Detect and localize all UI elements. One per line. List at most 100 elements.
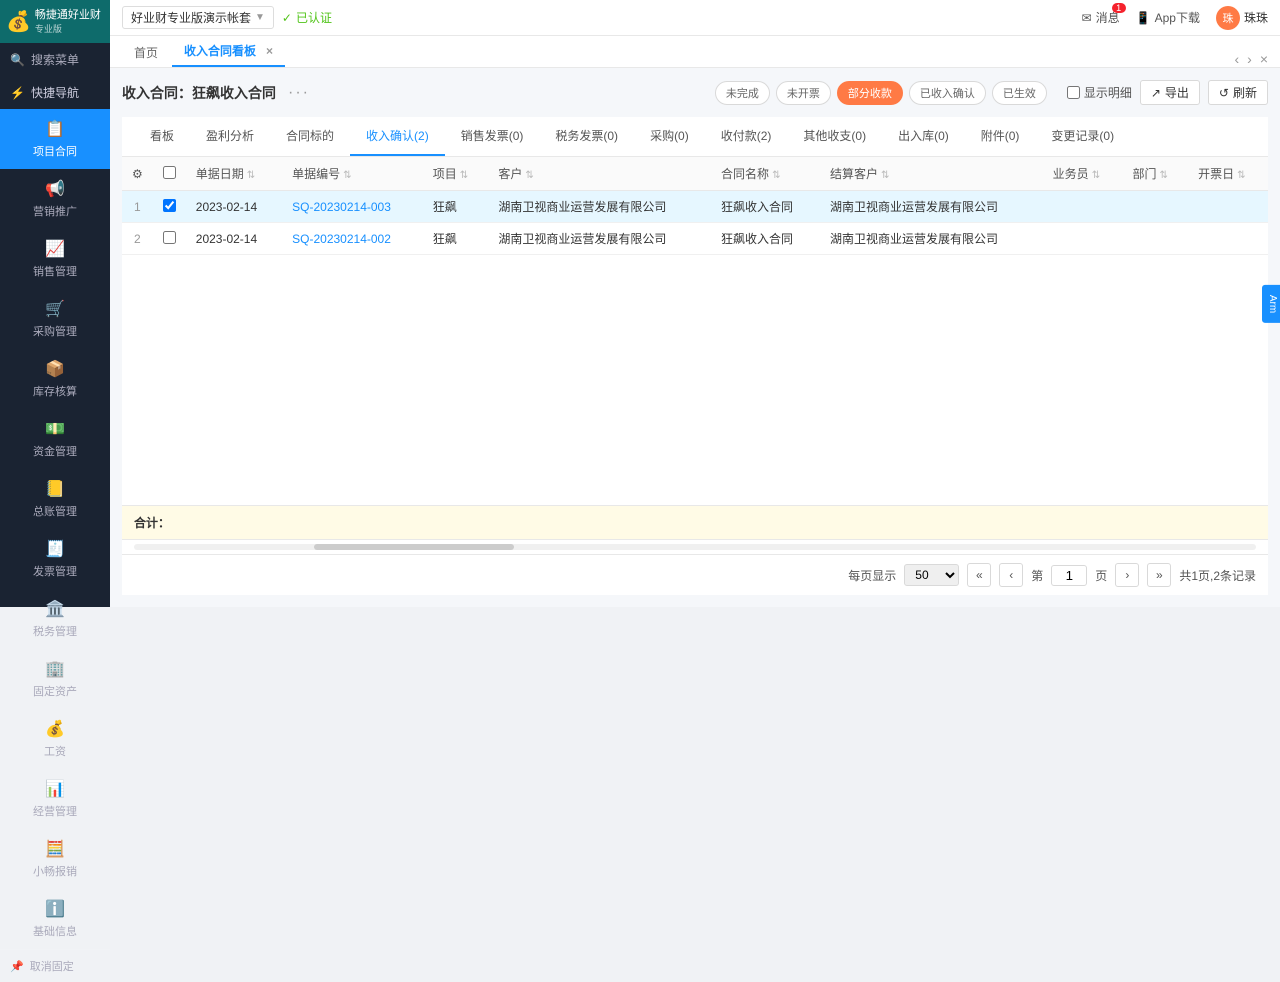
settings-icon[interactable]: ⚙	[132, 167, 143, 181]
sidebar-item-marketing[interactable]: 📢 营销推广	[0, 169, 110, 229]
sidebar-item-inventory[interactable]: 📦 库存核算	[0, 349, 110, 409]
select-all-checkbox[interactable]	[163, 166, 176, 179]
col-number: 单据编号⇅	[282, 157, 423, 191]
horizontal-scrollbar[interactable]	[122, 539, 1268, 554]
row-checkbox[interactable]	[153, 223, 186, 255]
inner-tab-payment[interactable]: 收付款(2)	[705, 117, 788, 156]
export-btn[interactable]: ↗ 导出	[1140, 80, 1200, 105]
table-checkbox-col[interactable]	[153, 157, 186, 191]
tab-income-contract-board[interactable]: 收入合同看板 ×	[172, 34, 285, 67]
arm-label: Arm	[1267, 294, 1278, 312]
sidebar-item-fixed-assets[interactable]: 🏢 固定资产	[0, 649, 110, 709]
sort-icon[interactable]: ⇅	[1160, 170, 1168, 181]
sidebar-item-label: 总账管理	[33, 503, 77, 519]
inner-tab-sales-invoice[interactable]: 销售发票(0)	[445, 117, 540, 156]
show-detail-checkbox[interactable]	[1067, 86, 1080, 99]
sort-icon[interactable]: ⇅	[460, 170, 468, 181]
table-scroll[interactable]: ⚙ 单据日期⇅ 单据编号⇅ 项目⇅ 客户⇅ 合同名称⇅ 结算客户⇅ 业务员⇅	[122, 157, 1268, 505]
row-checkbox[interactable]	[153, 191, 186, 223]
last-page-btn[interactable]: »	[1147, 563, 1171, 587]
sidebar-item-general-ledger[interactable]: 📒 总账管理	[0, 469, 110, 529]
inner-tab-income-confirm[interactable]: 收入确认(2)	[350, 117, 445, 156]
tab-close-icon[interactable]: ×	[266, 44, 273, 58]
certified-badge: ✓ 已认证	[282, 9, 332, 26]
sidebar-item-purchase[interactable]: 🛒 采购管理	[0, 289, 110, 349]
sort-icon[interactable]: ⇅	[247, 170, 255, 181]
tab-next-btn[interactable]: ›	[1247, 51, 1252, 67]
sidebar-item-invoice[interactable]: 🧾 发票管理	[0, 529, 110, 589]
sidebar-item-tax[interactable]: 🏛️ 税务管理	[0, 589, 110, 649]
page-title: 收入合同：狂飙收入合同	[122, 83, 276, 103]
doc-number-link[interactable]: SQ-20230214-003	[292, 200, 391, 214]
prev-page-btn[interactable]: ‹	[999, 563, 1023, 587]
sidebar-item-basic-info[interactable]: ℹ️ 基础信息	[0, 889, 110, 949]
funds-icon: 💵	[45, 419, 65, 439]
total-label: 合计：	[134, 514, 170, 531]
show-detail-checkbox-label[interactable]: 显示明细	[1067, 84, 1132, 101]
tab-close-all-btn[interactable]: ×	[1260, 51, 1268, 67]
inner-tab-attachments[interactable]: 附件(0)	[965, 117, 1036, 156]
doc-number-link[interactable]: SQ-20230214-002	[292, 232, 391, 246]
sales-icon: 📈	[45, 239, 65, 259]
sidebar-item-label: 销售管理	[33, 263, 77, 279]
inner-tab-kanban[interactable]: 看板	[134, 117, 190, 156]
inner-tab-other-income[interactable]: 其他收支(0)	[787, 117, 882, 156]
more-btn[interactable]: ···	[288, 84, 310, 102]
inner-tab-contract-subject[interactable]: 合同标的	[270, 117, 350, 156]
marketing-icon: 📢	[45, 179, 65, 199]
sidebar-item-sales[interactable]: 📈 销售管理	[0, 229, 110, 289]
inner-tab-profit[interactable]: 盈利分析	[190, 117, 270, 156]
table-row[interactable]: 2 2023-02-14 SQ-20230214-002 狂飙 湖南卫视商业运营…	[122, 223, 1268, 255]
status-btn-income-confirmed[interactable]: 已收入确认	[909, 81, 986, 105]
page-input[interactable]	[1051, 565, 1087, 586]
company-selector[interactable]: 好业财专业版演示帐套 ▼	[122, 6, 274, 29]
next-page-btn[interactable]: ›	[1115, 563, 1139, 587]
per-page-select[interactable]: 50 20 100 200	[904, 564, 959, 586]
sidebar-item-label: 固定资产	[33, 683, 77, 699]
status-btn-uninvoiced[interactable]: 未开票	[776, 81, 831, 105]
status-btn-incomplete[interactable]: 未完成	[715, 81, 770, 105]
topbar: 好业财专业版演示帐套 ▼ ✓ 已认证 ✉ 1 消息 📱 App下载 珠 珠珠	[110, 0, 1280, 36]
sort-icon[interactable]: ⇅	[1092, 170, 1100, 181]
first-page-btn[interactable]: «	[967, 563, 991, 587]
sidebar-search[interactable]: 🔍 搜索菜单	[0, 43, 110, 76]
status-btn-partial-payment[interactable]: 部分收款	[837, 81, 903, 105]
inner-tab-change-log[interactable]: 变更记录(0)	[1035, 117, 1130, 156]
sort-icon[interactable]: ⇅	[772, 170, 780, 181]
sidebar-quick-nav[interactable]: ⚡ 快捷导航	[0, 76, 110, 109]
sidebar-item-business-mgmt[interactable]: 📊 经营管理	[0, 769, 110, 829]
message-btn[interactable]: ✉ 1 消息	[1082, 9, 1120, 26]
tab-home[interactable]: 首页	[122, 36, 170, 67]
sort-icon[interactable]: ⇅	[343, 170, 351, 181]
tax-icon: 🏛️	[45, 599, 65, 619]
status-btn-effective[interactable]: 已生效	[992, 81, 1047, 105]
user-menu[interactable]: 珠 珠珠	[1216, 6, 1268, 30]
sidebar-logo: 💰 畅捷通好业财 专业版	[0, 0, 110, 43]
sort-icon[interactable]: ⇅	[525, 170, 533, 181]
table-row[interactable]: 1 2023-02-14 SQ-20230214-003 狂飙 湖南卫视商业运营…	[122, 191, 1268, 223]
scrollbar-thumb[interactable]	[314, 544, 514, 550]
inner-tab-purchase[interactable]: 采购(0)	[634, 117, 705, 156]
user-name: 珠珠	[1244, 9, 1268, 26]
cell-date: 2023-02-14	[186, 223, 282, 255]
project-contract-icon: 📋	[45, 119, 65, 139]
tab-prev-btn[interactable]: ‹	[1234, 51, 1239, 67]
avatar: 珠	[1216, 6, 1240, 30]
sidebar-item-project-contract[interactable]: 📋 项目合同	[0, 109, 110, 169]
sidebar-item-label: 营销推广	[33, 203, 77, 219]
inner-tab-warehouse[interactable]: 出入库(0)	[882, 117, 965, 156]
sort-icon[interactable]: ⇅	[1237, 170, 1245, 181]
cell-open-date	[1188, 223, 1268, 255]
sidebar-item-funds[interactable]: 💵 资金管理	[0, 409, 110, 469]
sidebar-item-labor[interactable]: 💰 工资	[0, 709, 110, 769]
inner-tab-tax-invoice[interactable]: 税务发票(0)	[539, 117, 634, 156]
cancel-pin-btn[interactable]: 📌 取消固定	[0, 950, 110, 982]
sort-icon[interactable]: ⇅	[881, 170, 889, 181]
inner-tab-bar: 看板 盈利分析 合同标的 收入确认(2) 销售发票(0) 税务发票(0) 采购(…	[122, 117, 1268, 157]
table-settings-col[interactable]: ⚙	[122, 157, 153, 191]
cell-customer: 湖南卫视商业运营发展有限公司	[488, 191, 711, 223]
right-float-btn[interactable]: Arm	[1262, 284, 1280, 322]
sidebar-item-petty-cash[interactable]: 🧮 小畅报销	[0, 829, 110, 889]
app-download-btn[interactable]: 📱 App下载	[1136, 9, 1200, 26]
refresh-btn[interactable]: ↺ 刷新	[1208, 80, 1268, 105]
